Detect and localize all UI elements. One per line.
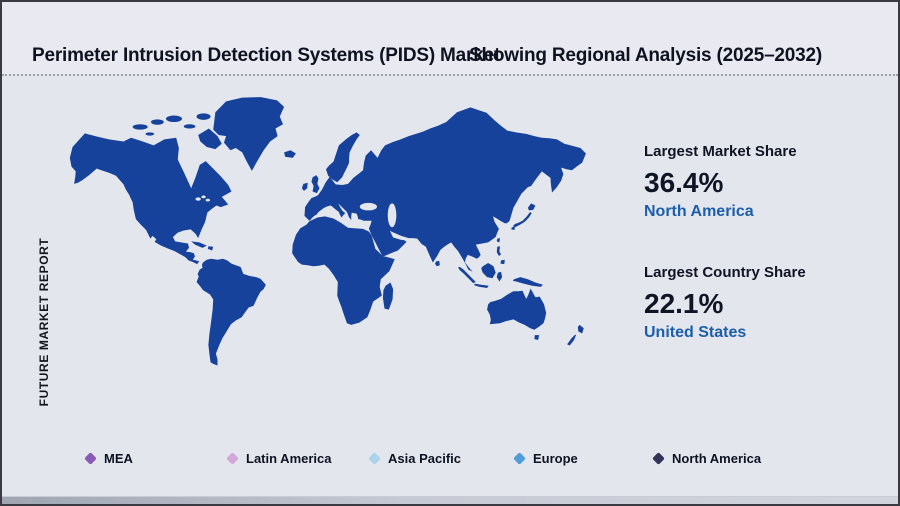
stat-label: Largest Country Share: [644, 264, 806, 281]
legend-marker-icon: [368, 451, 381, 465]
infographic-frame: Perimeter Intrusion Detection Systems (P…: [0, 0, 900, 506]
vertical-watermark: FUTURE MARKET REPORT: [37, 237, 51, 407]
legend-label: MEA: [104, 450, 133, 466]
legend-item-mea: MEA: [84, 449, 133, 467]
continents: [69, 97, 586, 366]
page-title-subtitle: Showing Regional Analysis (2025–2032): [469, 45, 823, 66]
world-map: [65, 96, 602, 378]
legend-label: Latin America: [246, 450, 332, 466]
legend-marker-icon: [513, 451, 526, 465]
legend-item-asia-pacific: Asia Pacific: [368, 449, 461, 467]
legend-marker-icon: [652, 451, 665, 465]
stat-label: Largest Market Share: [644, 143, 797, 160]
stat-region: North America: [644, 203, 754, 221]
page-title-main: Perimeter Intrusion Detection Systems (P…: [32, 45, 501, 66]
world-map-svg: [69, 97, 586, 366]
bottom-shadow-bar: [2, 496, 898, 504]
legend-label: North America: [672, 450, 762, 466]
legend-item-latin-america: Latin America: [226, 449, 332, 467]
legend-label: Asia Pacific: [388, 450, 461, 466]
legend-item-europe: Europe: [513, 449, 578, 467]
stat-value: 22.1%: [644, 288, 724, 320]
legend-item-north-america: North America: [652, 449, 762, 467]
stat-largest-market-share: Largest Market Share 36.4% North America: [644, 143, 884, 221]
stat-region: United States: [644, 324, 747, 342]
dotted-separator: [2, 74, 898, 76]
stat-value: 36.4%: [644, 167, 724, 199]
legend-marker-icon: [84, 451, 97, 465]
legend-label: Europe: [533, 450, 578, 466]
legend-marker-icon: [226, 451, 239, 465]
stat-largest-country-share: Largest Country Share 22.1% United State…: [644, 264, 884, 342]
